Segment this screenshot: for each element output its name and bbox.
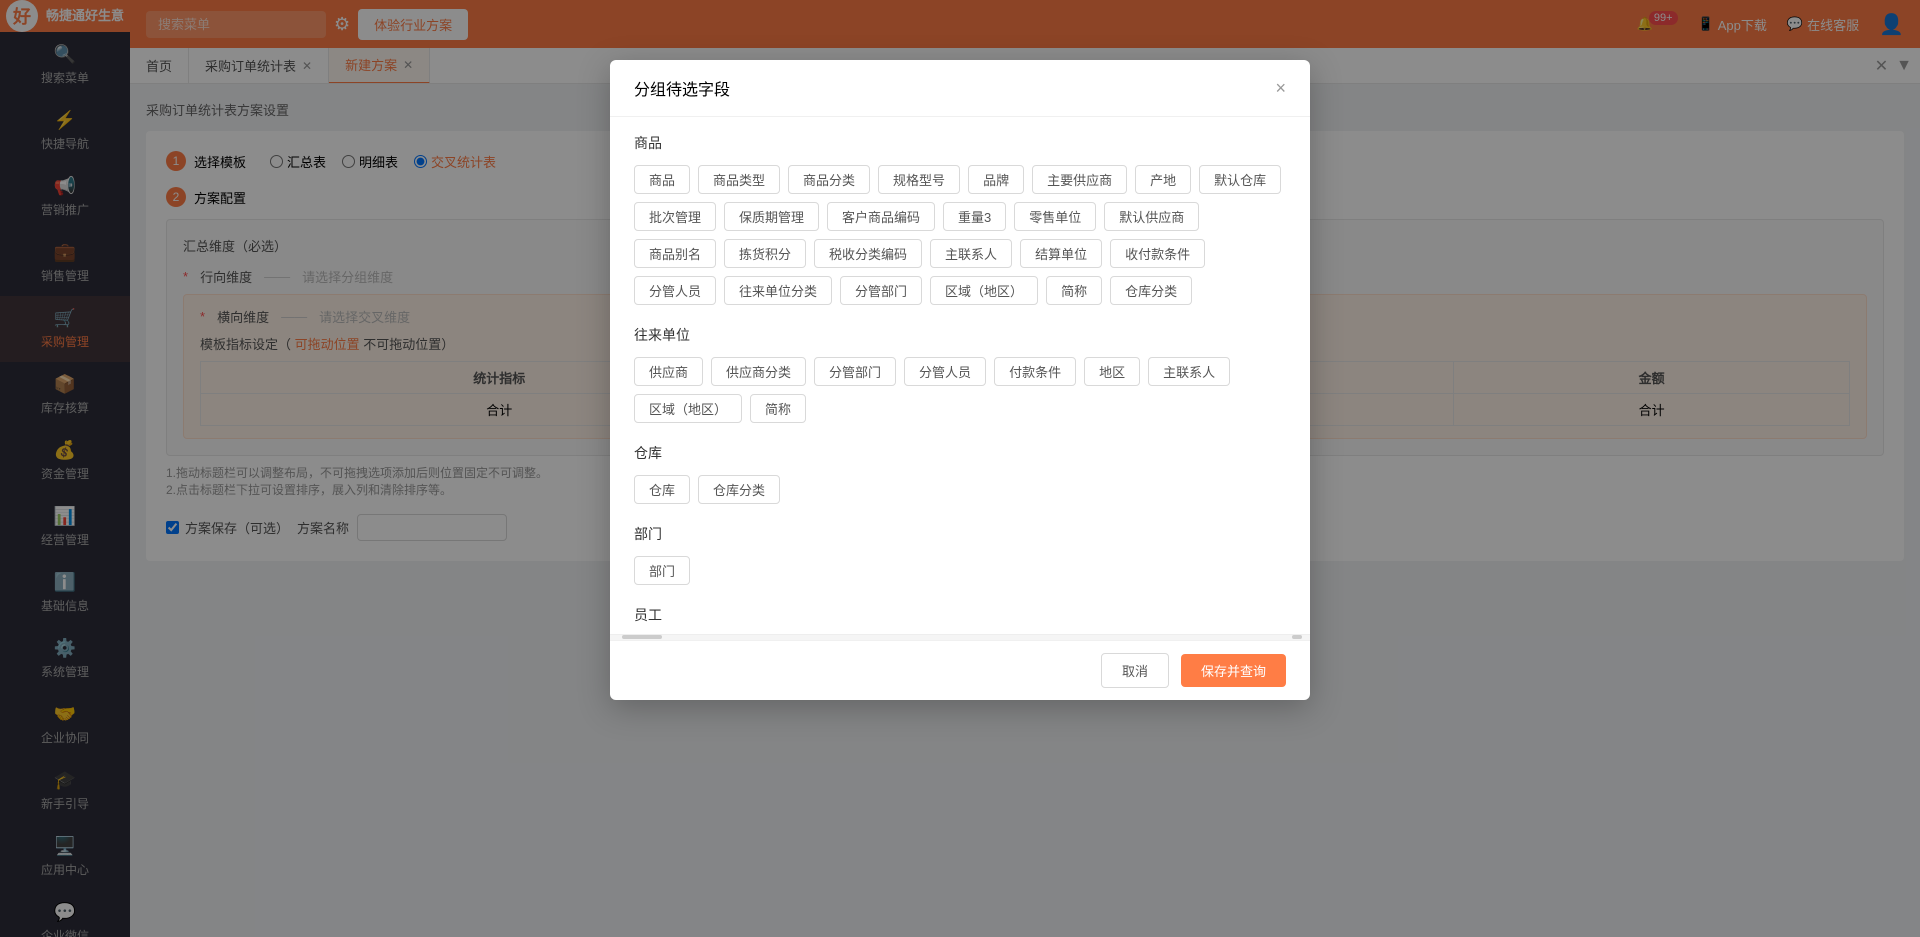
save-btn[interactable]: 保存并查询: [1181, 654, 1286, 687]
field-tag[interactable]: 付款条件: [994, 357, 1076, 386]
section-product-title: 商品: [634, 133, 1286, 153]
field-tag[interactable]: 区域（地区）: [930, 276, 1038, 305]
field-tag[interactable]: 商品别名: [634, 239, 716, 268]
counterpart-field-tags: 供应商 供应商分类 分管部门 分管人员 付款条件 地区 主联系人 区域（地区） …: [634, 357, 1286, 423]
section-dept: 部门 部门: [634, 524, 1286, 585]
field-tag[interactable]: 仓库: [634, 475, 690, 504]
hscroll-right: [1292, 635, 1302, 639]
modal-header: 分组待选字段 ×: [610, 60, 1310, 117]
section-counterpart-title: 往来单位: [634, 325, 1286, 345]
field-tag[interactable]: 地区: [1084, 357, 1140, 386]
modal-title: 分组待选字段: [634, 76, 730, 100]
field-tag[interactable]: 税收分类编码: [814, 239, 922, 268]
field-tag[interactable]: 分管部门: [814, 357, 896, 386]
field-tag[interactable]: 仓库分类: [698, 475, 780, 504]
field-tag[interactable]: 仓库分类: [1110, 276, 1192, 305]
field-tag[interactable]: 产地: [1135, 165, 1191, 194]
modal: 分组待选字段 × 商品 商品 商品类型 商品分类 规格型号 品牌 主要供应商 产…: [610, 60, 1310, 700]
field-tag[interactable]: 拣货积分: [724, 239, 806, 268]
field-tag[interactable]: 供应商分类: [711, 357, 806, 386]
modal-overlay: 分组待选字段 × 商品 商品 商品类型 商品分类 规格型号 品牌 主要供应商 产…: [0, 0, 1920, 937]
field-tag[interactable]: 供应商: [634, 357, 703, 386]
cancel-btn[interactable]: 取消: [1101, 653, 1169, 688]
field-tag[interactable]: 收付款条件: [1110, 239, 1205, 268]
field-tag[interactable]: 主联系人: [930, 239, 1012, 268]
field-tag[interactable]: 零售单位: [1014, 202, 1096, 231]
field-tag[interactable]: 区域（地区）: [634, 394, 742, 423]
field-tag[interactable]: 简称: [750, 394, 806, 423]
field-tag[interactable]: 主联系人: [1148, 357, 1230, 386]
field-tag[interactable]: 默认供应商: [1104, 202, 1199, 231]
field-tag[interactable]: 结算单位: [1020, 239, 1102, 268]
field-tag[interactable]: 客户商品编码: [827, 202, 935, 231]
field-tag[interactable]: 分管人员: [904, 357, 986, 386]
field-tag[interactable]: 分管部门: [840, 276, 922, 305]
section-warehouse: 仓库 仓库 仓库分类: [634, 443, 1286, 504]
section-counterpart: 往来单位 供应商 供应商分类 分管部门 分管人员 付款条件 地区 主联系人 区域…: [634, 325, 1286, 423]
field-tag[interactable]: 保质期管理: [724, 202, 819, 231]
modal-footer: 取消 保存并查询: [610, 640, 1310, 700]
field-tag[interactable]: 部门: [634, 556, 690, 585]
field-tag[interactable]: 商品: [634, 165, 690, 194]
field-tag[interactable]: 主要供应商: [1032, 165, 1127, 194]
field-tag[interactable]: 默认仓库: [1199, 165, 1281, 194]
hscroll-thumb: [622, 635, 662, 639]
field-tag[interactable]: 重量3: [943, 202, 1006, 231]
warehouse-field-tags: 仓库 仓库分类: [634, 475, 1286, 504]
modal-body[interactable]: 商品 商品 商品类型 商品分类 规格型号 品牌 主要供应商 产地 默认仓库 批次…: [610, 117, 1310, 634]
section-dept-title: 部门: [634, 524, 1286, 544]
dept-field-tags: 部门: [634, 556, 1286, 585]
field-tag[interactable]: 规格型号: [878, 165, 960, 194]
field-tag[interactable]: 往来单位分类: [724, 276, 832, 305]
field-tag[interactable]: 商品分类: [788, 165, 870, 194]
field-tag[interactable]: 批次管理: [634, 202, 716, 231]
field-tag[interactable]: 分管人员: [634, 276, 716, 305]
field-tag[interactable]: 品牌: [968, 165, 1024, 194]
section-employee-title: 员工: [634, 605, 1286, 625]
section-product: 商品 商品 商品类型 商品分类 规格型号 品牌 主要供应商 产地 默认仓库 批次…: [634, 133, 1286, 305]
field-tag[interactable]: 商品类型: [698, 165, 780, 194]
section-warehouse-title: 仓库: [634, 443, 1286, 463]
section-employee: 员工 业务员: [634, 605, 1286, 634]
modal-close-btn[interactable]: ×: [1275, 78, 1286, 99]
field-tag[interactable]: 简称: [1046, 276, 1102, 305]
product-field-tags: 商品 商品类型 商品分类 规格型号 品牌 主要供应商 产地 默认仓库 批次管理 …: [634, 165, 1286, 305]
